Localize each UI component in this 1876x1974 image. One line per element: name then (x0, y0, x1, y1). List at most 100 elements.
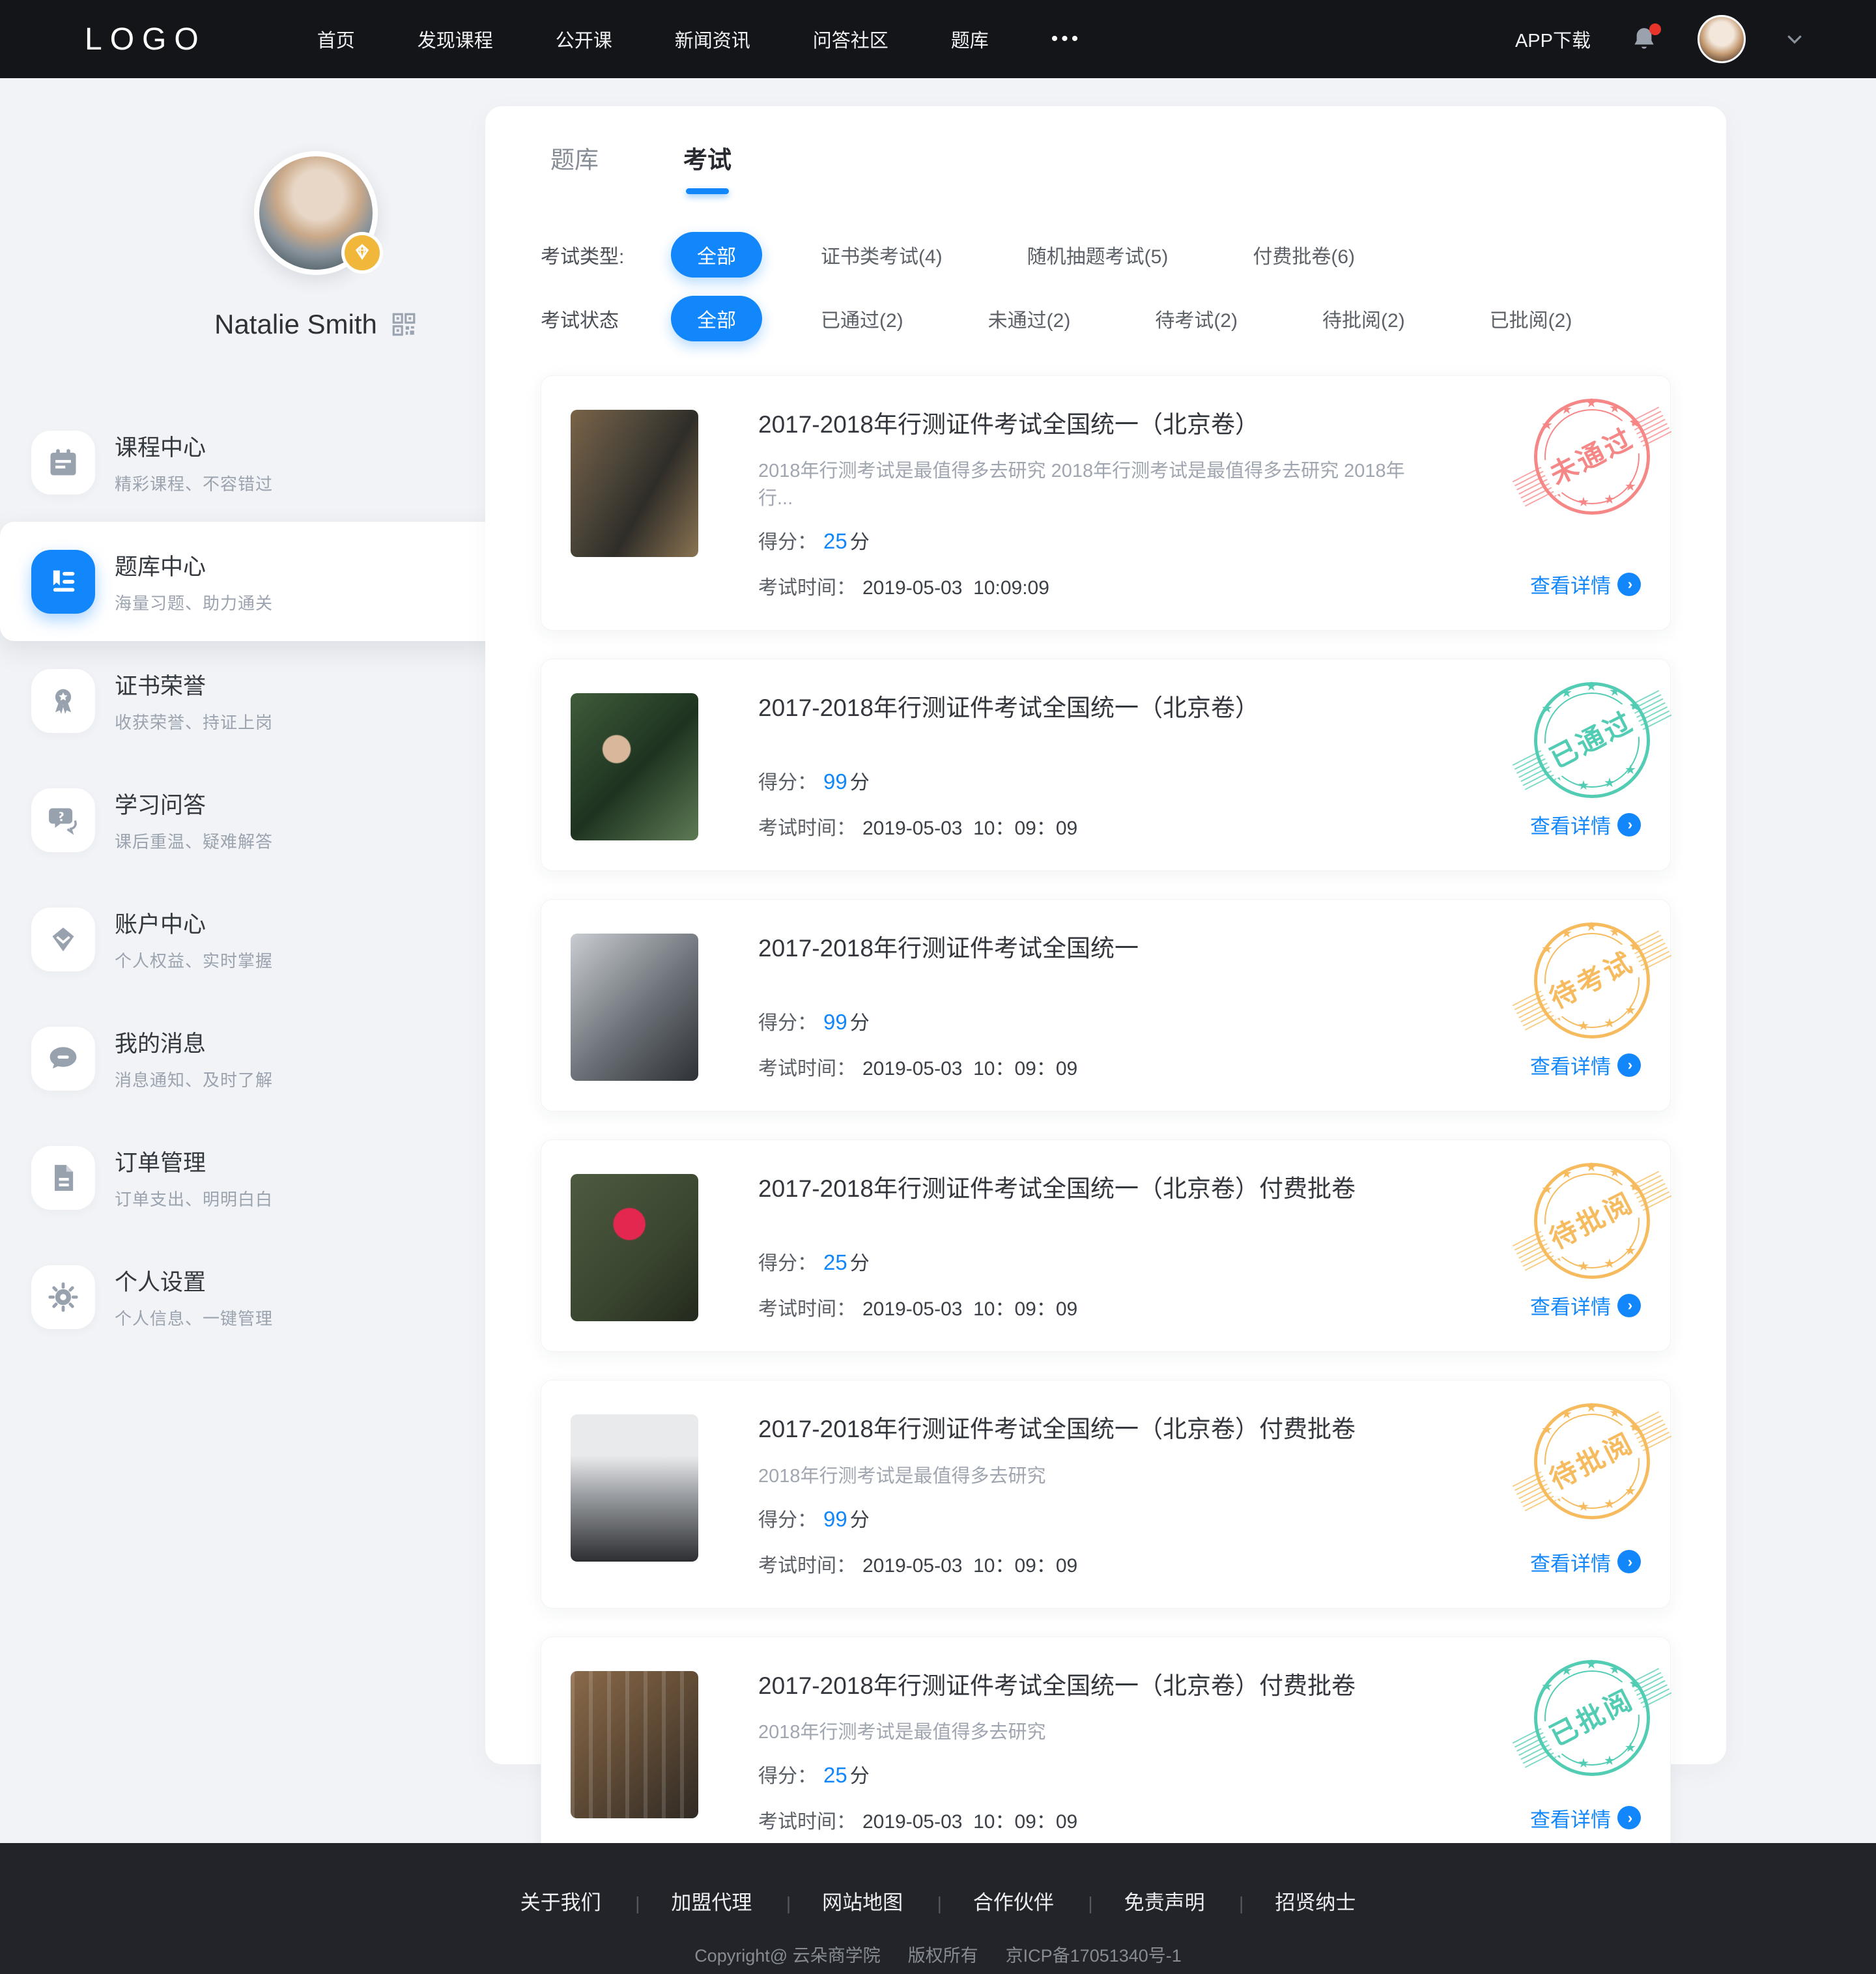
view-details-label: 查看详情 (1530, 1808, 1611, 1831)
sidebar-item-account-center[interactable]: 账户中心 个人权益、实时掌握 (0, 880, 505, 999)
score-unit: 分 (849, 772, 870, 794)
filter-option[interactable]: 已通过(2) (795, 296, 930, 341)
arrow-right-icon: › (1617, 572, 1641, 596)
score-row: 得分： 25 分 (758, 526, 1426, 554)
score-label: 得分： (758, 1253, 817, 1275)
sidebar-item-course-center[interactable]: 课程中心 精彩课程、不容错过 (0, 403, 505, 522)
message-icon (31, 1026, 95, 1091)
exam-card-body: 2017-2018年行测证件考试全国统一 得分： 99 分 考试时间： 2019-05… (758, 934, 1641, 1081)
footer-links: 关于我们 | 加盟代理 | 网站地图 | 合作伙伴 | 免责声明 | 招贤纳士 (520, 1886, 1356, 1915)
tab-label: 考试 (683, 147, 732, 173)
filter-option[interactable]: 未通过(2) (962, 296, 1097, 341)
filter-option[interactable]: 待考试(2) (1129, 296, 1264, 341)
sidebar-item-title: 账户中心 (115, 912, 206, 937)
arrow-right-icon: › (1617, 812, 1641, 837)
exam-time-value: 2019-05-03 10：09：09 (862, 1298, 1078, 1321)
exam-card[interactable]: 2017-2018年行测证件考试全国统一（北京卷）付费批卷 得分： 25 分 考试时… (541, 1139, 1672, 1352)
footer-link[interactable]: 免责声明 (1124, 1891, 1205, 1914)
sidebar: Natalie Smith 课程中心 精彩课程、不容错过 题库中心 海量习题、助… (0, 78, 505, 1356)
gear-icon (31, 1265, 95, 1329)
calendar-icon (31, 430, 95, 494)
view-details-link[interactable]: 查看详情 › (1530, 1291, 1641, 1320)
exam-card[interactable]: 2017-2018年行测证件考试全国统一（北京卷） 2018年行测考试是最值得多… (541, 375, 1672, 631)
filter-option[interactable]: 已批阅(2) (1464, 296, 1599, 341)
footer-link[interactable]: 加盟代理 (671, 1891, 752, 1914)
tab-question-bank[interactable]: 题库 (550, 140, 599, 194)
qr-code-icon[interactable] (390, 311, 418, 338)
score-label: 得分： (758, 772, 817, 794)
view-details-link[interactable]: 查看详情 › (1530, 569, 1641, 599)
filter-option[interactable]: 全部 (671, 296, 762, 341)
rights-text: 版权所有 (907, 1946, 978, 1966)
exam-card[interactable]: 2017-2018年行测证件考试全国统一 得分： 99 分 考试时间： 2019-05… (541, 899, 1672, 1112)
sidebar-item-learning-qa[interactable]: 学习问答 课后重温、疑难解答 (0, 760, 505, 880)
score-row: 得分： 25 分 (758, 1247, 1426, 1276)
view-details-link[interactable]: 查看详情 › (1530, 1803, 1641, 1833)
user-avatar[interactable] (1698, 15, 1746, 63)
notification-bell-icon[interactable] (1630, 23, 1661, 53)
filter-option[interactable]: 随机抽题考试(5) (1001, 232, 1195, 278)
view-details-label: 查看详情 (1530, 1296, 1611, 1319)
score-unit: 分 (849, 532, 870, 554)
filter-option[interactable]: 证书类考试(4) (795, 232, 969, 278)
view-details-link[interactable]: 查看详情 › (1530, 1050, 1641, 1080)
sidebar-menu: 课程中心 精彩课程、不容错过 题库中心 海量习题、助力通关 证书荣誉 收获荣誉、… (0, 403, 505, 1356)
filter-option[interactable]: 全部 (671, 232, 762, 278)
profile-name: Natalie Smith (214, 309, 377, 339)
sidebar-item-my-messages[interactable]: 我的消息 消息通知、及时了解 (0, 999, 505, 1118)
exam-card[interactable]: 2017-2018年行测证件考试全国统一（北京卷）付费批卷 2018年行测考试是… (541, 1380, 1672, 1609)
filter-option[interactable]: 待批阅(2) (1296, 296, 1431, 341)
filter-option[interactable]: 付费批卷(6) (1227, 232, 1381, 278)
footer-separator: | (635, 1893, 640, 1913)
exam-description: 2018年行测考试是最值得多去研究 2018年行测考试是最值得多去研究 2018… (758, 461, 1405, 509)
nav-more-ellipsis-icon[interactable]: ••• (1051, 28, 1082, 50)
sidebar-item-title: 课程中心 (115, 435, 206, 461)
score-row: 得分： 25 分 (758, 1760, 1426, 1788)
order-doc-icon (31, 1145, 95, 1210)
score-label: 得分： (758, 1765, 817, 1787)
score-value: 25 (823, 1250, 847, 1275)
sidebar-item-question-bank-center[interactable]: 题库中心 海量习题、助力通关 (0, 522, 505, 641)
exam-card[interactable]: 2017-2018年行测证件考试全国统一（北京卷） 得分： 99 分 考试时间： 20… (541, 659, 1672, 872)
score-unit: 分 (849, 1509, 870, 1531)
exam-title: 2017-2018年行测证件考试全国统一（北京卷）付费批卷 (758, 1672, 1356, 1699)
score-label: 得分： (758, 1012, 817, 1035)
sidebar-item-subtitle: 消息通知、及时了解 (115, 1070, 274, 1090)
nav-item-question-bank[interactable]: 题库 (951, 25, 989, 53)
exam-time-label: 考试时间： (758, 1554, 856, 1577)
exam-card[interactable]: 2017-2018年行测证件考试全国统一（北京卷）付费批卷 2018年行测考试是… (541, 1636, 1672, 1865)
exam-time-label: 考试时间： (758, 1298, 856, 1321)
sidebar-item-title: 我的消息 (115, 1031, 206, 1057)
sidebar-item-certificates[interactable]: 证书荣誉 收获荣誉、持证上岗 (0, 641, 505, 760)
exam-title: 2017-2018年行测证件考试全国统一 (758, 935, 1139, 962)
nav-item-home[interactable]: 首页 (317, 25, 355, 53)
sidebar-item-subtitle: 精彩课程、不容错过 (115, 474, 274, 494)
view-details-link[interactable]: 查看详情 › (1530, 810, 1641, 839)
nav-item-open-class[interactable]: 公开课 (556, 25, 612, 53)
sidebar-item-subtitle: 收获荣誉、持证上岗 (115, 713, 274, 732)
nav-item-discover-courses[interactable]: 发现课程 (418, 25, 493, 53)
view-details-label: 查看详情 (1530, 575, 1611, 598)
sidebar-item-title: 订单管理 (115, 1151, 206, 1176)
qa-bubble-icon (31, 788, 95, 852)
exam-description: 2018年行测考试是最值得多去研究 (758, 1721, 1046, 1743)
sidebar-item-personal-settings[interactable]: 个人设置 个人信息、一键管理 (0, 1237, 505, 1356)
view-details-link[interactable]: 查看详情 › (1530, 1547, 1641, 1577)
tab-underline (553, 188, 596, 194)
nav-item-news[interactable]: 新闻资讯 (675, 25, 750, 53)
logo[interactable]: LOGO (85, 21, 206, 57)
medal-icon (31, 668, 95, 733)
nav-item-qa-community[interactable]: 问答社区 (813, 25, 888, 53)
footer-link[interactable]: 网站地图 (822, 1891, 903, 1914)
score-row: 得分： 99 分 (758, 1504, 1426, 1532)
footer-link[interactable]: 关于我们 (520, 1891, 601, 1914)
exam-time-value: 2019-05-03 10:09:09 (862, 577, 1049, 599)
app-download-link[interactable]: APP下载 (1515, 25, 1591, 53)
footer-link[interactable]: 招贤纳士 (1275, 1891, 1356, 1914)
footer-link[interactable]: 合作伙伴 (973, 1891, 1054, 1914)
tab-exams[interactable]: 考试 (683, 140, 732, 194)
chevron-down-icon[interactable] (1785, 29, 1804, 49)
sidebar-item-order-management[interactable]: 订单管理 订单支出、明明白白 (0, 1118, 505, 1237)
exam-cover-photo (571, 934, 698, 1081)
page: LOGO 首页 发现课程 公开课 新闻资讯 问答社区 题库 ••• APP下载 (0, 0, 1876, 1974)
